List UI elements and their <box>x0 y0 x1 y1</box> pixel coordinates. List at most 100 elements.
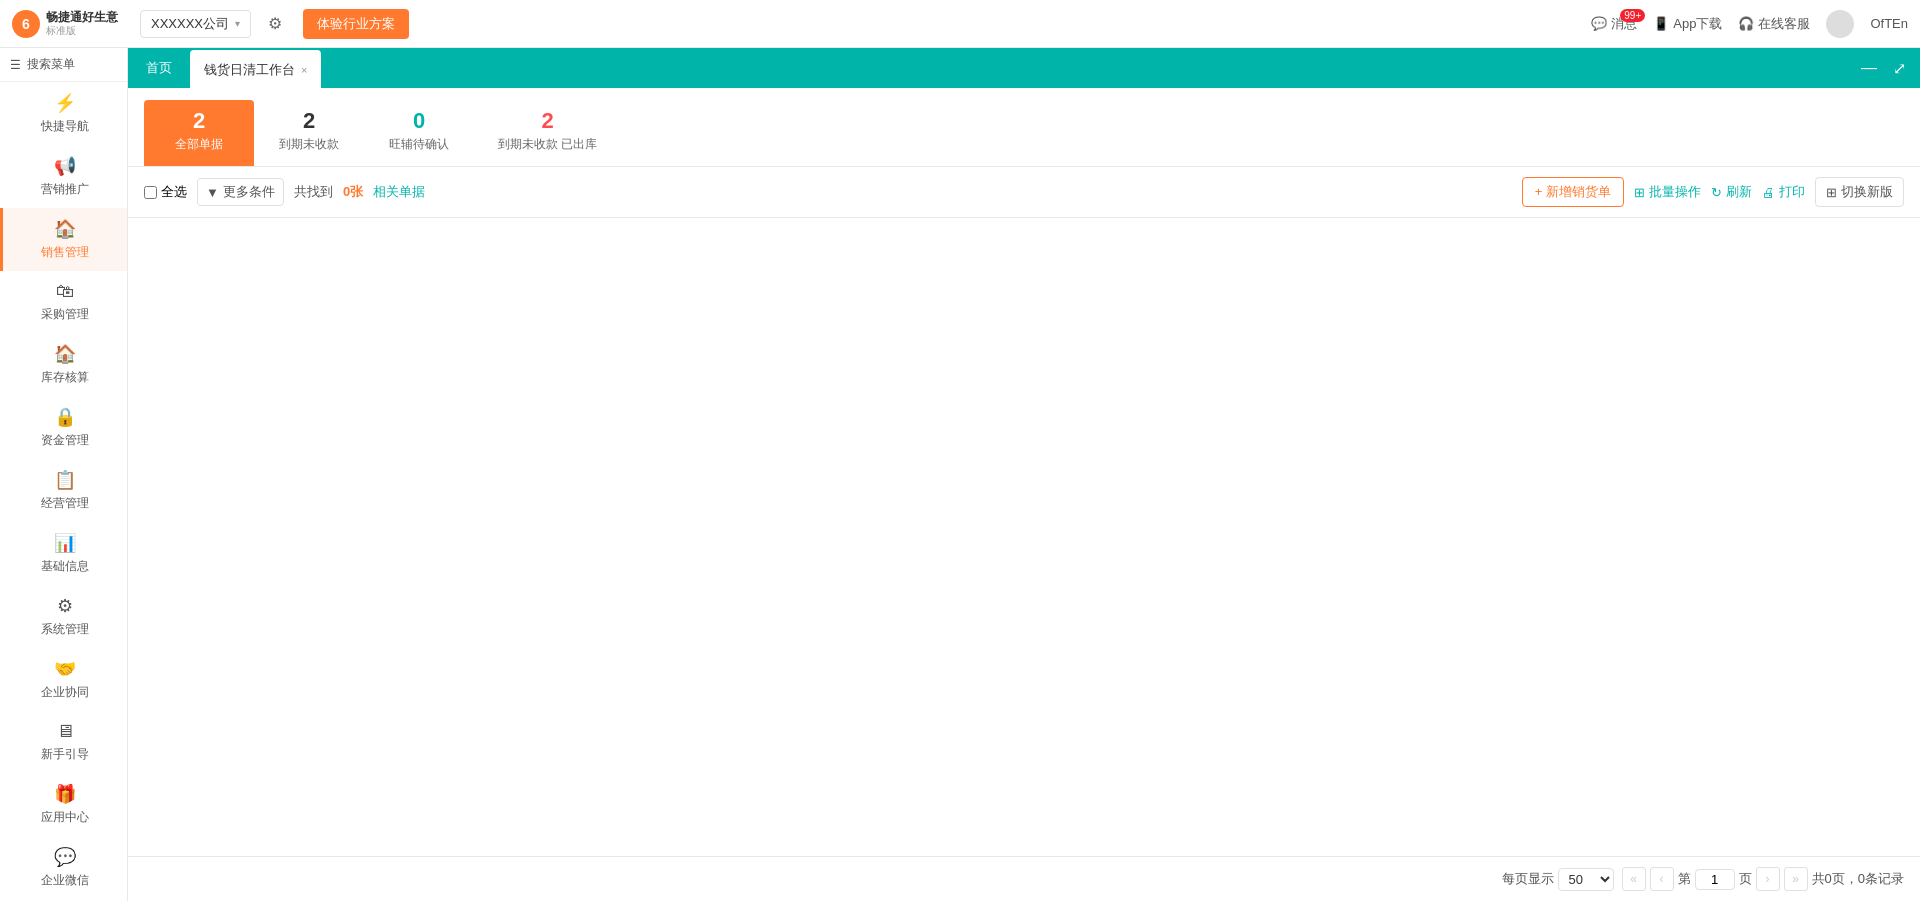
filter-label: 更多条件 <box>223 183 275 201</box>
operations-label: 经营管理 <box>41 495 89 512</box>
add-order-button[interactable]: + 新增销货单 <box>1522 177 1624 207</box>
switch-icon: ⊞ <box>1826 185 1837 200</box>
sidebar-item-app-center[interactable]: 🎁 应用中心 <box>0 773 127 836</box>
switch-label: 切换新版 <box>1841 183 1893 201</box>
next-page-button[interactable]: › <box>1756 867 1780 891</box>
related-link[interactable]: 相关单据 <box>373 183 425 201</box>
stat-tab-shipped[interactable]: 2 到期未收款 已出库 <box>474 100 621 166</box>
sidebar-item-wechat[interactable]: 💬 企业微信 <box>0 836 127 899</box>
base-info-icon: 📊 <box>54 532 76 554</box>
tab-current[interactable]: 钱货日清工作台 × <box>190 50 321 90</box>
marketing-label: 营销推广 <box>41 181 89 198</box>
print-button[interactable]: 🖨 打印 <box>1762 183 1805 201</box>
avatar[interactable] <box>1826 10 1854 38</box>
sidebar-item-purchase[interactable]: 🛍 采购管理 <box>0 271 127 333</box>
stats-tabs: 2 全部单据 2 到期未收款 0 旺辅待确认 2 到期未收款 已出库 <box>128 88 1920 167</box>
sidebar-item-quick-nav[interactable]: ⚡ 快捷导航 <box>0 82 127 145</box>
app-center-label: 应用中心 <box>41 809 89 826</box>
base-info-label: 基础信息 <box>41 558 89 575</box>
sidebar-item-system[interactable]: ⚙ 系统管理 <box>0 585 127 648</box>
total-text: 共0页，0条记录 <box>1812 870 1904 888</box>
tab-expand-button[interactable]: ⤢ <box>1887 57 1912 80</box>
finance-label: 资金管理 <box>41 432 89 449</box>
pagination-bar: 每页显示 50 10 20 100 « ‹ 第 页 › » 共 <box>128 856 1920 901</box>
app-title: 畅捷通好生意 <box>46 10 118 24</box>
stat-tab-all[interactable]: 2 全部单据 <box>144 100 254 166</box>
sidebar-item-inventory[interactable]: 🏠 库存核算 <box>0 333 127 396</box>
batch-icon: ⊞ <box>1634 185 1645 200</box>
settings-button[interactable]: ⚙ <box>259 8 291 40</box>
logo-text: 畅捷通好生意 标准版 <box>46 10 118 36</box>
filter-button[interactable]: ▼ 更多条件 <box>197 178 284 206</box>
sidebar-item-sales[interactable]: 🏠 销售管理 <box>0 208 127 271</box>
batch-label: 批量操作 <box>1649 183 1701 201</box>
refresh-button[interactable]: ↻ 刷新 <box>1711 183 1752 201</box>
sidebar-item-enterprise[interactable]: 🤝 企业协同 <box>0 648 127 711</box>
stat-wangwang-label: 旺辅待确认 <box>389 136 449 153</box>
marketing-icon: 📢 <box>54 155 76 177</box>
app-download-icon: 📱 <box>1653 16 1669 31</box>
select-all-checkbox[interactable]: 全选 <box>144 183 187 201</box>
per-page-select[interactable]: 50 10 20 100 <box>1558 868 1614 891</box>
message-button[interactable]: 💬 消息 99+ <box>1591 15 1637 33</box>
search-menu[interactable]: ☰ 搜索菜单 <box>0 48 127 82</box>
sales-icon: 🏠 <box>54 218 76 240</box>
search-menu-label: 搜索菜单 <box>27 56 75 73</box>
sidebar-item-guide[interactable]: 🖥 新手引导 <box>0 711 127 773</box>
tab-bar-right: — ⤢ <box>1855 57 1920 80</box>
system-icon: ⚙ <box>57 595 73 617</box>
print-icon: 🖨 <box>1762 185 1775 200</box>
sidebar: ☰ 搜索菜单 ⚡ 快捷导航 📢 营销推广 🏠 销售管理 🛍 采购管理 🏠 库存核… <box>0 48 128 901</box>
online-service-label: 在线客服 <box>1758 15 1810 33</box>
prev-page-button[interactable]: ‹ <box>1650 867 1674 891</box>
online-service-button[interactable]: 🎧 在线客服 <box>1738 15 1810 33</box>
app-center-icon: 🎁 <box>54 783 76 805</box>
tab-close-icon[interactable]: × <box>301 64 307 76</box>
refresh-label: 刷新 <box>1726 183 1752 201</box>
found-prefix: 共找到 <box>294 183 333 201</box>
stat-overdue-num: 2 <box>303 108 315 134</box>
sidebar-item-marketing[interactable]: 📢 营销推广 <box>0 145 127 208</box>
wechat-icon: 💬 <box>54 846 76 868</box>
stat-tab-wangwang[interactable]: 0 旺辅待确认 <box>364 100 474 166</box>
select-all-input[interactable] <box>144 186 157 199</box>
sidebar-item-base-info[interactable]: 📊 基础信息 <box>0 522 127 585</box>
online-service-icon: 🎧 <box>1738 16 1754 31</box>
sidebar-item-operations[interactable]: 📋 经营管理 <box>0 459 127 522</box>
tab-minimize-button[interactable]: — <box>1855 57 1883 79</box>
stat-shipped-label: 到期未收款 已出库 <box>498 136 597 153</box>
stat-all-num: 2 <box>193 108 205 134</box>
stat-wangwang-num: 0 <box>413 108 425 134</box>
batch-operation-button[interactable]: ⊞ 批量操作 <box>1634 183 1701 201</box>
stat-all-label: 全部单据 <box>175 136 223 153</box>
stat-tab-overdue[interactable]: 2 到期未收款 <box>254 100 364 166</box>
company-dropdown-arrow: ▾ <box>235 18 240 29</box>
filter-icon: ▼ <box>206 185 219 200</box>
company-name: XXXXXX公司 <box>151 15 229 33</box>
switch-version-button[interactable]: ⊞ 切换新版 <box>1815 177 1904 207</box>
logo-icon: 6 <box>12 10 40 38</box>
trial-button[interactable]: 体验行业方案 <box>303 9 409 39</box>
page-input[interactable] <box>1695 869 1735 890</box>
app-download-button[interactable]: 📱 App下载 <box>1653 15 1722 33</box>
operations-icon: 📋 <box>54 469 76 491</box>
user-name: OfTEn <box>1870 16 1908 31</box>
first-page-button[interactable]: « <box>1622 867 1646 891</box>
refresh-icon: ↻ <box>1711 185 1722 200</box>
message-icon: 💬 <box>1591 16 1607 31</box>
system-label: 系统管理 <box>41 621 89 638</box>
page-nav: « ‹ 第 页 › » 共0页，0条记录 <box>1622 867 1904 891</box>
quick-nav-icon: ⚡ <box>54 92 76 114</box>
sidebar-item-finance[interactable]: 🔒 资金管理 <box>0 396 127 459</box>
per-page-label: 每页显示 <box>1502 870 1554 888</box>
sales-label: 销售管理 <box>41 244 89 261</box>
top-header: 6 畅捷通好生意 标准版 XXXXXX公司 ▾ ⚙ 体验行业方案 💬 消息 99… <box>0 0 1920 48</box>
enterprise-icon: 🤝 <box>54 658 76 680</box>
purchase-icon: 🛍 <box>56 281 74 302</box>
tab-home[interactable]: 首页 <box>128 48 190 88</box>
last-page-button[interactable]: » <box>1784 867 1808 891</box>
page-prefix-label: 第 <box>1678 870 1691 888</box>
guide-label: 新手引导 <box>41 746 89 763</box>
finance-icon: 🔒 <box>54 406 76 428</box>
company-selector[interactable]: XXXXXX公司 ▾ <box>140 10 251 38</box>
